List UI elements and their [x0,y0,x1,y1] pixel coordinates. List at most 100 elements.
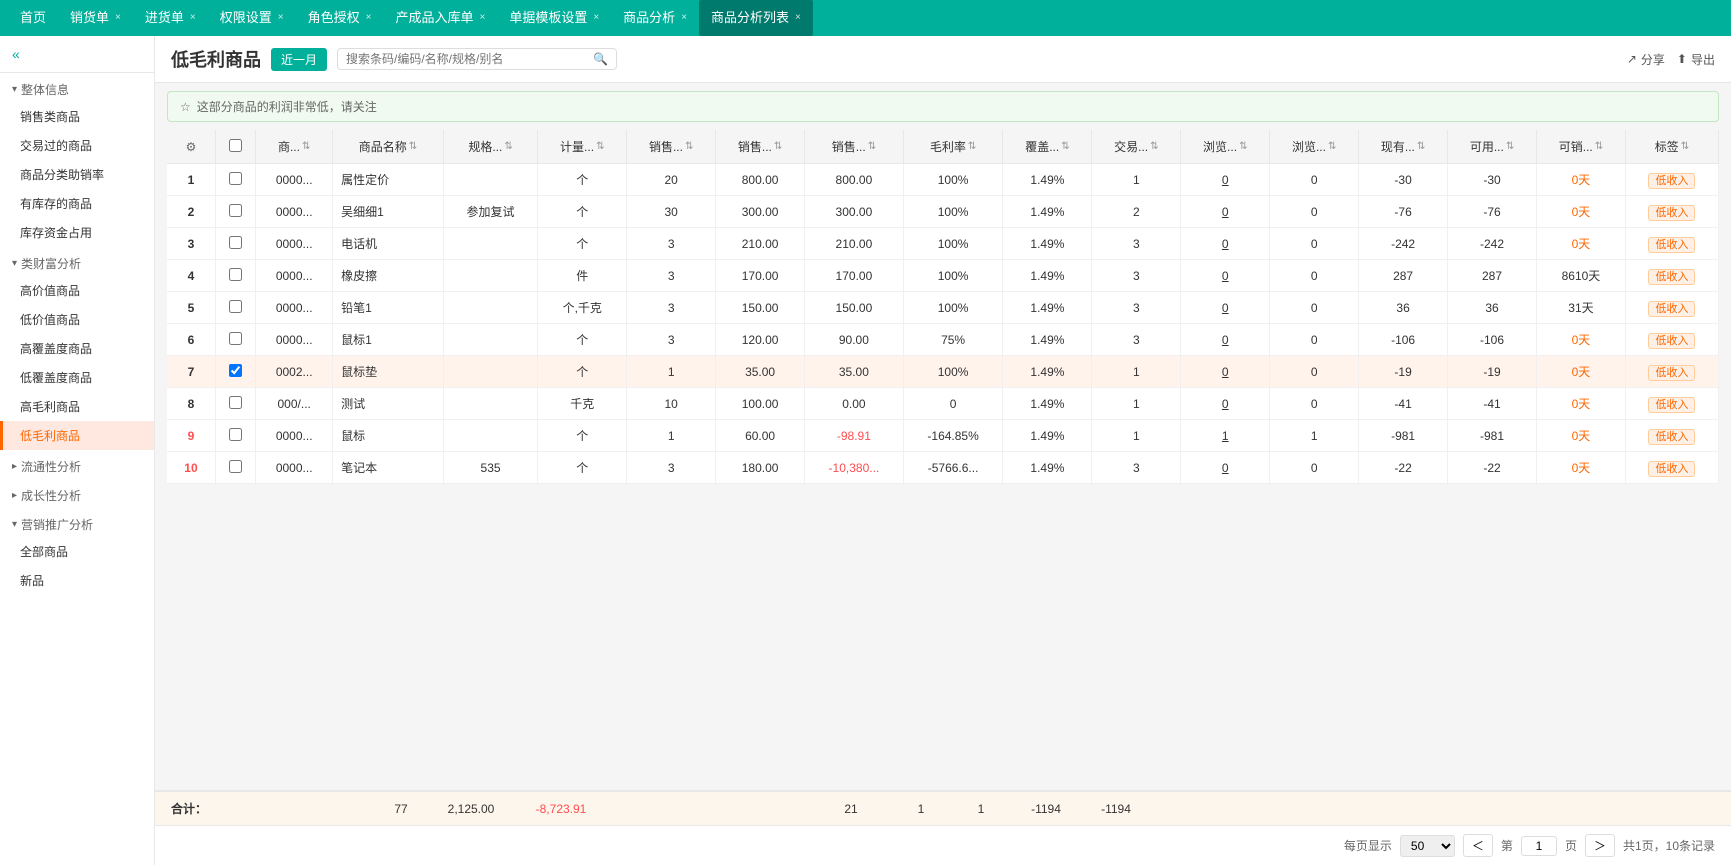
row-view1[interactable]: 0 [1181,196,1270,228]
row-view1[interactable]: 0 [1181,452,1270,484]
col-sales-price[interactable]: 销售...⇅ [716,130,805,164]
col-unit[interactable]: 计量...⇅ [538,130,627,164]
row-checkbox[interactable] [229,332,242,345]
col-view1[interactable]: 浏览...⇅ [1181,130,1270,164]
row-num: 5 [167,292,215,324]
row-view1[interactable]: 0 [1181,324,1270,356]
nav-permissions-close[interactable]: × [278,0,284,36]
row-sales-price: 60.00 [716,420,805,452]
nav-sales-order-close[interactable]: × [115,0,121,36]
row-checkbox-cell[interactable] [215,228,255,260]
search-icon[interactable]: 🔍 [593,52,608,66]
nav-role-auth-close[interactable]: × [366,0,372,36]
nav-role-auth[interactable]: 角色授权 × [296,0,384,36]
sidebar-item-low-margin[interactable]: 低毛利商品 [0,421,154,450]
col-tag[interactable]: 标签⇅ [1625,130,1718,164]
prev-page-button[interactable]: ＜ [1463,834,1493,857]
row-checkbox[interactable] [229,172,242,185]
col-checkbox[interactable] [215,130,255,164]
settings-gear-icon[interactable]: ⚙ [182,136,201,158]
row-checkbox[interactable] [229,300,242,313]
sidebar-item-low-coverage[interactable]: 低覆盖度商品 [0,363,154,392]
row-checkbox[interactable] [229,364,242,377]
nav-purchase-order-close[interactable]: × [190,0,196,36]
row-view1[interactable]: 0 [1181,260,1270,292]
search-input[interactable] [346,52,593,66]
row-checkbox-cell[interactable] [215,260,255,292]
row-checkbox[interactable] [229,268,242,281]
row-view1[interactable]: 0 [1181,356,1270,388]
col-available[interactable]: 可用...⇅ [1448,130,1537,164]
sidebar-group-growth[interactable]: ▸ 成长性分析 [0,479,154,508]
sidebar-group-marketing[interactable]: ▾ 营销推广分析 [0,508,154,537]
nav-sales-order[interactable]: 销货单 × [58,0,133,36]
sidebar-item-high-value[interactable]: 高价值商品 [0,276,154,305]
col-sales-profit[interactable]: 销售...⇅ [805,130,904,164]
sidebar-group-wealth[interactable]: ▾ 类财富分析 [0,247,154,276]
nav-template-settings-close[interactable]: × [593,0,599,36]
page-input[interactable] [1521,836,1557,856]
row-checkbox[interactable] [229,460,242,473]
sidebar-collapse-btn[interactable]: « [8,42,24,66]
share-button[interactable]: ↗ 分享 [1627,51,1665,68]
nav-home-label: 首页 [20,0,46,36]
sidebar-item-category-rate[interactable]: 商品分类助销率 [0,160,154,189]
row-checkbox-cell[interactable] [215,420,255,452]
next-page-button[interactable]: ＞ [1585,834,1615,857]
col-sales-qty[interactable]: 销售...⇅ [627,130,716,164]
sidebar-item-low-value[interactable]: 低价值商品 [0,305,154,334]
sidebar-item-high-margin[interactable]: 高毛利商品 [0,392,154,421]
page-size-select[interactable]: 50 100 200 [1400,835,1455,857]
col-current[interactable]: 现有...⇅ [1359,130,1448,164]
row-view1[interactable]: 0 [1181,164,1270,196]
sidebar-group-circulation[interactable]: ▸ 流通性分析 [0,450,154,479]
col-view2[interactable]: 浏览...⇅ [1270,130,1359,164]
sidebar-item-high-coverage[interactable]: 高覆盖度商品 [0,334,154,363]
col-name[interactable]: 商品名称⇅ [333,130,444,164]
row-checkbox-cell[interactable] [215,196,255,228]
sidebar-item-all-products[interactable]: 全部商品 [0,537,154,566]
nav-product-analysis-close[interactable]: × [681,0,687,36]
time-filter-button[interactable]: 近一月 [271,48,327,71]
nav-template-settings[interactable]: 单据模板设置 × [497,0,611,36]
row-trade: 3 [1092,292,1181,324]
col-sellable[interactable]: 可销...⇅ [1536,130,1625,164]
col-gross-rate[interactable]: 毛利率⇅ [903,130,1003,164]
row-checkbox-cell[interactable] [215,356,255,388]
export-button[interactable]: ⬆ 导出 [1677,51,1715,68]
row-checkbox[interactable] [229,236,242,249]
row-checkbox[interactable] [229,204,242,217]
row-view1[interactable]: 1 [1181,420,1270,452]
row-checkbox-cell[interactable] [215,164,255,196]
col-coverage[interactable]: 覆盖...⇅ [1003,130,1092,164]
select-all-checkbox[interactable] [229,139,242,152]
row-view1[interactable]: 0 [1181,388,1270,420]
col-trade[interactable]: 交易...⇅ [1092,130,1181,164]
row-view1[interactable]: 0 [1181,292,1270,324]
nav-product-analysis-list-close[interactable]: × [795,0,801,36]
row-checkbox-cell[interactable] [215,324,255,356]
nav-permissions[interactable]: 权限设置 × [208,0,296,36]
row-checkbox[interactable] [229,428,242,441]
nav-product-analysis[interactable]: 商品分析 × [611,0,699,36]
row-checkbox[interactable] [229,396,242,409]
row-checkbox-cell[interactable] [215,292,255,324]
col-spec[interactable]: 规格...⇅ [443,130,538,164]
nav-purchase-order[interactable]: 进货单 × [133,0,208,36]
sidebar-item-inventory-capital[interactable]: 库存资金占用 [0,218,154,247]
row-checkbox-cell[interactable] [215,452,255,484]
col-code[interactable]: 商...⇅ [256,130,333,164]
sidebar-item-inventory-products[interactable]: 有库存的商品 [0,189,154,218]
sidebar-item-traded-products[interactable]: 交易过的商品 [0,131,154,160]
sidebar-group-overall[interactable]: ▾ 整体信息 [0,73,154,102]
sidebar-item-sales-products[interactable]: 销售类商品 [0,102,154,131]
nav-product-warehouse[interactable]: 产成品入库单 × [383,0,497,36]
nav-product-analysis-list[interactable]: 商品分析列表 × [699,0,813,36]
row-view1[interactable]: 0 [1181,228,1270,260]
nav-home[interactable]: 首页 [8,0,58,36]
col-settings[interactable]: ⚙ [167,130,215,164]
nav-product-warehouse-close[interactable]: × [479,0,485,36]
row-gross-rate: 100% [903,196,1003,228]
sidebar-item-new-products[interactable]: 新品 [0,566,154,595]
row-checkbox-cell[interactable] [215,388,255,420]
